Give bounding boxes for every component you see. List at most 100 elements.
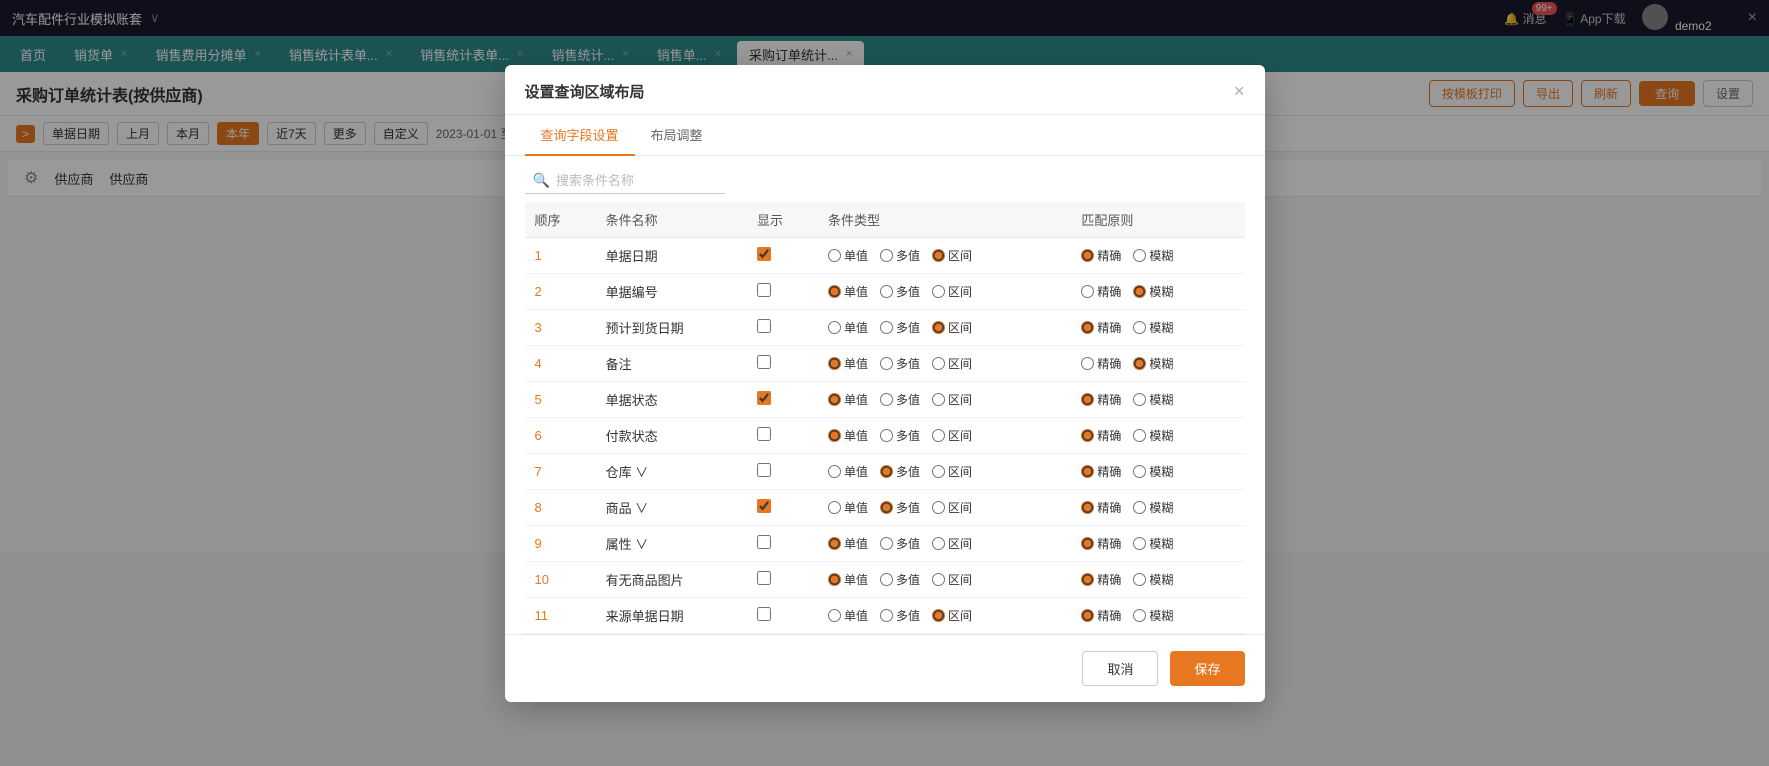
match-radio-input-模糊[interactable] [1133, 537, 1146, 550]
match-radio-input-模糊[interactable] [1133, 249, 1146, 262]
type-radio-区间[interactable]: 区间 [932, 499, 972, 516]
type-radio-区间[interactable]: 区间 [932, 463, 972, 480]
cell-display[interactable] [747, 273, 818, 309]
type-radio-input-区间[interactable] [932, 465, 945, 478]
display-checkbox[interactable] [757, 355, 771, 369]
match-radio-精确[interactable]: 精确 [1081, 427, 1121, 444]
type-radio-区间[interactable]: 区间 [932, 247, 972, 264]
match-radio-input-模糊[interactable] [1133, 321, 1146, 334]
cell-display[interactable] [747, 597, 818, 633]
type-radio-单值[interactable]: 单值 [828, 247, 868, 264]
match-radio-input-模糊[interactable] [1133, 465, 1146, 478]
save-button[interactable]: 保存 [1170, 651, 1244, 686]
match-radio-input-模糊[interactable] [1133, 609, 1146, 622]
type-radio-区间[interactable]: 区间 [932, 391, 972, 408]
match-radio-input-模糊[interactable] [1133, 285, 1146, 298]
type-radio-input-区间[interactable] [932, 393, 945, 406]
type-radio-input-区间[interactable] [932, 429, 945, 442]
type-radio-多值[interactable]: 多值 [880, 283, 920, 300]
match-radio-精确[interactable]: 精确 [1081, 535, 1121, 552]
match-radio-input-模糊[interactable] [1133, 501, 1146, 514]
match-radio-模糊[interactable]: 模糊 [1133, 283, 1173, 300]
type-radio-单值[interactable]: 单值 [828, 535, 868, 552]
type-radio-区间[interactable]: 区间 [932, 283, 972, 300]
type-radio-区间[interactable]: 区间 [932, 319, 972, 336]
type-radio-单值[interactable]: 单值 [828, 607, 868, 624]
match-radio-模糊[interactable]: 模糊 [1133, 607, 1173, 624]
type-radio-input-多值[interactable] [880, 537, 893, 550]
type-radio-input-区间[interactable] [932, 321, 945, 334]
type-radio-input-单值[interactable] [828, 285, 841, 298]
match-radio-精确[interactable]: 精确 [1081, 463, 1121, 480]
cell-display[interactable] [747, 525, 818, 561]
type-radio-input-单值[interactable] [828, 609, 841, 622]
match-radio-精确[interactable]: 精确 [1081, 355, 1121, 372]
type-radio-input-区间[interactable] [932, 249, 945, 262]
display-checkbox[interactable] [757, 607, 771, 621]
type-radio-多值[interactable]: 多值 [880, 607, 920, 624]
type-radio-input-多值[interactable] [880, 321, 893, 334]
type-radio-多值[interactable]: 多值 [880, 391, 920, 408]
type-radio-多值[interactable]: 多值 [880, 499, 920, 516]
match-radio-精确[interactable]: 精确 [1081, 283, 1121, 300]
match-radio-input-模糊[interactable] [1133, 357, 1146, 370]
type-radio-input-区间[interactable] [932, 609, 945, 622]
match-radio-input-精确[interactable] [1081, 573, 1094, 586]
type-radio-区间[interactable]: 区间 [932, 571, 972, 588]
display-checkbox[interactable] [757, 283, 771, 297]
display-checkbox[interactable] [757, 427, 771, 441]
match-radio-精确[interactable]: 精确 [1081, 247, 1121, 264]
type-radio-input-单值[interactable] [828, 501, 841, 514]
type-radio-input-区间[interactable] [932, 357, 945, 370]
type-radio-input-单值[interactable] [828, 393, 841, 406]
type-radio-区间[interactable]: 区间 [932, 535, 972, 552]
display-checkbox[interactable] [757, 247, 771, 261]
type-radio-多值[interactable]: 多值 [880, 319, 920, 336]
match-radio-input-精确[interactable] [1081, 357, 1094, 370]
type-radio-input-多值[interactable] [880, 501, 893, 514]
match-radio-模糊[interactable]: 模糊 [1133, 463, 1173, 480]
type-radio-input-区间[interactable] [932, 573, 945, 586]
type-radio-input-多值[interactable] [880, 249, 893, 262]
dialog-close-button[interactable]: × [1234, 81, 1245, 102]
match-radio-模糊[interactable]: 模糊 [1133, 499, 1173, 516]
type-radio-多值[interactable]: 多值 [880, 463, 920, 480]
type-radio-单值[interactable]: 单值 [828, 427, 868, 444]
match-radio-input-精确[interactable] [1081, 537, 1094, 550]
cell-display[interactable] [747, 309, 818, 345]
type-radio-input-多值[interactable] [880, 429, 893, 442]
match-radio-input-精确[interactable] [1081, 609, 1094, 622]
display-checkbox[interactable] [757, 571, 771, 585]
type-radio-input-单值[interactable] [828, 537, 841, 550]
display-checkbox[interactable] [757, 391, 771, 405]
cancel-button[interactable]: 取消 [1082, 651, 1158, 686]
match-radio-模糊[interactable]: 模糊 [1133, 427, 1173, 444]
type-radio-单值[interactable]: 单值 [828, 391, 868, 408]
match-radio-模糊[interactable]: 模糊 [1133, 535, 1173, 552]
type-radio-单值[interactable]: 单值 [828, 463, 868, 480]
cell-display[interactable] [747, 345, 818, 381]
match-radio-input-精确[interactable] [1081, 465, 1094, 478]
type-radio-单值[interactable]: 单值 [828, 499, 868, 516]
type-radio-区间[interactable]: 区间 [932, 355, 972, 372]
type-radio-input-单值[interactable] [828, 249, 841, 262]
type-radio-input-单值[interactable] [828, 465, 841, 478]
match-radio-精确[interactable]: 精确 [1081, 607, 1121, 624]
match-radio-精确[interactable]: 精确 [1081, 571, 1121, 588]
type-radio-input-单值[interactable] [828, 573, 841, 586]
match-radio-模糊[interactable]: 模糊 [1133, 319, 1173, 336]
match-radio-input-模糊[interactable] [1133, 429, 1146, 442]
type-radio-单值[interactable]: 单值 [828, 355, 868, 372]
type-radio-input-多值[interactable] [880, 465, 893, 478]
cell-display[interactable] [747, 489, 818, 525]
type-radio-单值[interactable]: 单值 [828, 571, 868, 588]
dialog-tab-layout[interactable]: 布局调整 [635, 115, 719, 156]
type-radio-input-多值[interactable] [880, 609, 893, 622]
match-radio-模糊[interactable]: 模糊 [1133, 571, 1173, 588]
type-radio-区间[interactable]: 区间 [932, 607, 972, 624]
type-radio-input-区间[interactable] [932, 501, 945, 514]
dialog-tab-query-fields[interactable]: 查询字段设置 [525, 115, 635, 156]
type-radio-多值[interactable]: 多值 [880, 427, 920, 444]
match-radio-input-模糊[interactable] [1133, 393, 1146, 406]
type-radio-input-多值[interactable] [880, 357, 893, 370]
